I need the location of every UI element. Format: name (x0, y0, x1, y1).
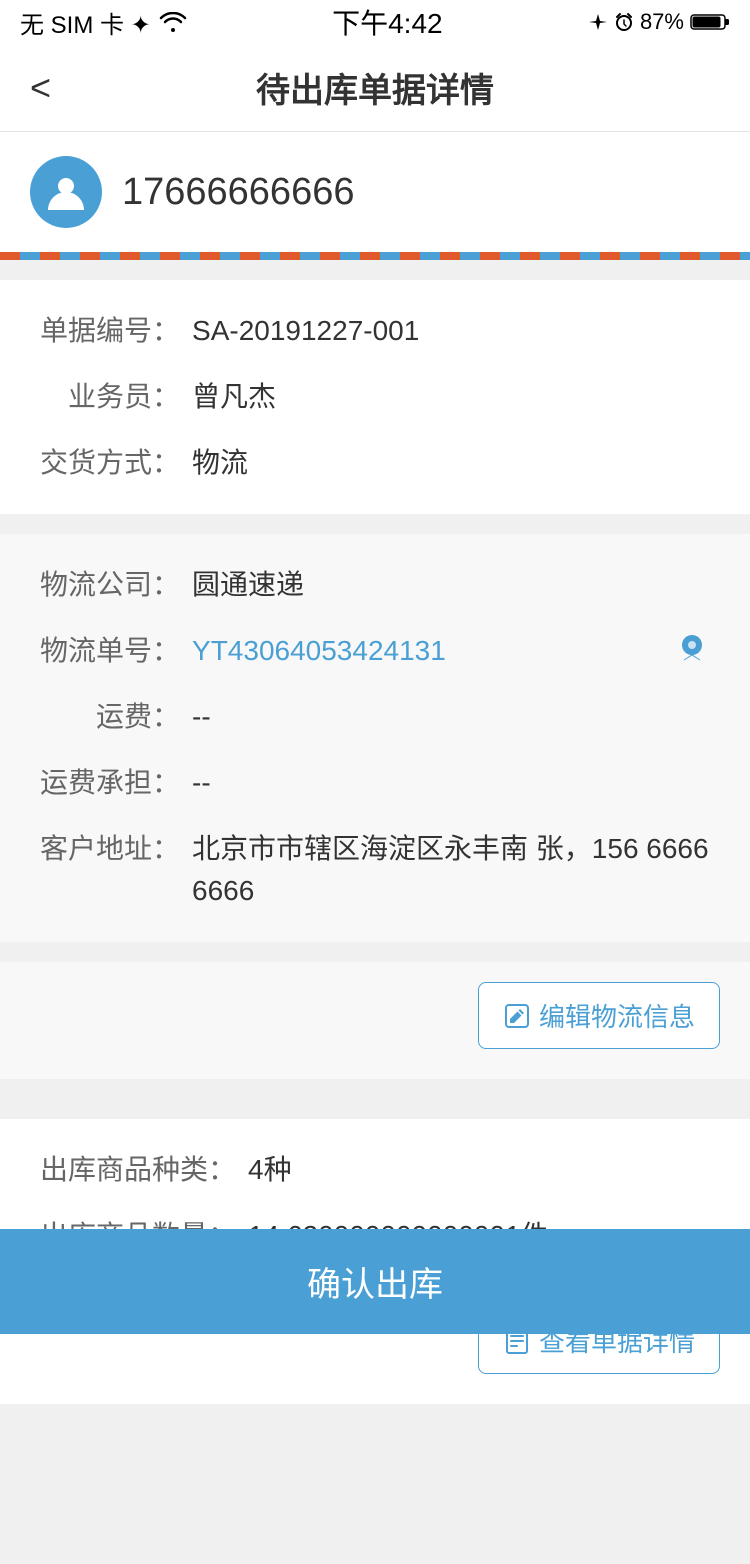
freight-value: -- (192, 696, 710, 738)
tracking-label: 物流单号： (40, 630, 180, 672)
edit-logistics-row: 编辑物流信息 (0, 962, 750, 1079)
company-value: 圆通速递 (192, 564, 710, 606)
logistics-card: 物流公司： 圆通速递 物流单号： YT43064053424131 运费： --… (0, 534, 750, 942)
order-info-card: 单据编号： SA-20191227-001 业务员： 曾凡杰 交货方式： 物流 (0, 280, 750, 514)
page-title: 待出库单据详情 (256, 63, 494, 112)
status-bar: 无 SIM 卡 ✦ 下午4:42 87% (0, 0, 750, 44)
freight-label: 运费： (40, 696, 180, 738)
separator-1 (0, 1079, 750, 1099)
delivery-label: 交货方式： (40, 442, 180, 484)
battery-text: 87% (640, 9, 684, 35)
goods-type-label: 出库商品种类： (40, 1149, 236, 1191)
address-label: 客户地址： (40, 828, 180, 870)
avatar (30, 156, 102, 228)
delivery-value: 物流 (192, 442, 710, 484)
salesperson-label: 业务员： (40, 376, 180, 418)
edit-logistics-label: 编辑物流信息 (539, 997, 695, 1034)
bottom-spacer (0, 1404, 750, 1564)
company-row: 物流公司： 圆通速递 (40, 564, 710, 606)
dashed-separator (0, 252, 750, 260)
status-right: 87% (588, 9, 730, 35)
wifi-icon (159, 12, 187, 32)
sim-status: 无 SIM 卡 ✦ (20, 5, 151, 40)
status-time: 下午4:42 (332, 2, 443, 42)
address-value: 北京市市辖区海淀区永丰南 张，156 6666 6666 (192, 828, 710, 912)
status-left: 无 SIM 卡 ✦ (20, 5, 187, 40)
track-location-button[interactable] (674, 630, 710, 666)
salesperson-row: 业务员： 曾凡杰 (40, 376, 710, 418)
customer-header: 17666666666 (0, 132, 750, 252)
nav-bar: < 待出库单据详情 (0, 44, 750, 132)
order-no-value: SA-20191227-001 (192, 310, 710, 352)
edit-icon (503, 1002, 531, 1030)
delivery-row: 交货方式： 物流 (40, 442, 710, 484)
location-service-icon (588, 12, 608, 32)
battery-icon (690, 12, 730, 32)
confirm-btn-label: 确认出库 (307, 1266, 443, 1304)
back-button[interactable]: < (30, 67, 51, 109)
company-label: 物流公司： (40, 564, 180, 606)
edit-logistics-button[interactable]: 编辑物流信息 (478, 982, 720, 1049)
order-no-row: 单据编号： SA-20191227-001 (40, 310, 710, 352)
salesperson-value: 曾凡杰 (192, 376, 710, 418)
address-row: 客户地址： 北京市市辖区海淀区永丰南 张，156 6666 6666 (40, 828, 710, 912)
alarm-icon (614, 12, 634, 32)
tracking-row: 物流单号： YT43064053424131 (40, 630, 710, 672)
order-no-label: 单据编号： (40, 310, 180, 352)
goods-type-row: 出库商品种类： 4种 (40, 1149, 710, 1191)
freight-bearer-value: -- (192, 762, 710, 804)
user-icon (44, 170, 88, 214)
customer-phone: 17666666666 (122, 171, 354, 214)
freight-row: 运费： -- (40, 696, 710, 738)
goods-type-value: 4种 (248, 1149, 710, 1191)
tracking-value: YT43064053424131 (192, 630, 666, 672)
confirm-button[interactable]: 确认出库 (0, 1229, 750, 1334)
freight-bearer-row: 运费承担： -- (40, 762, 710, 804)
freight-bearer-label: 运费承担： (40, 762, 180, 804)
